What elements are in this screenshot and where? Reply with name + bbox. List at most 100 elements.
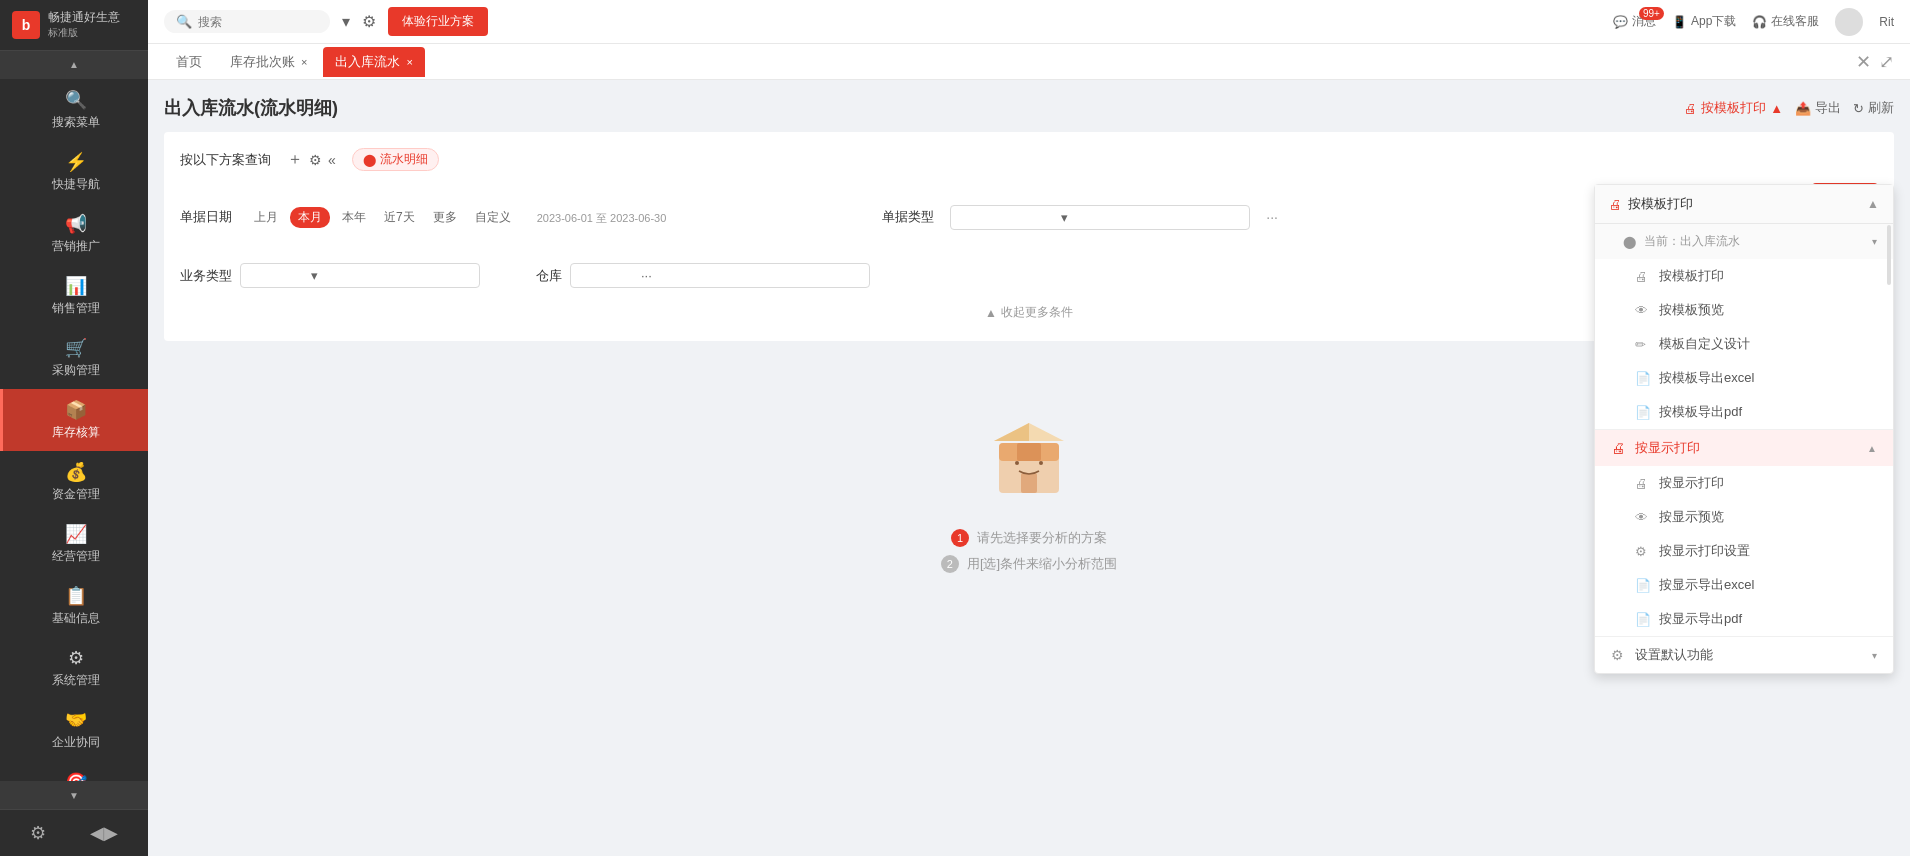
sales-icon: 📊 <box>65 275 87 297</box>
settings-bottom-icon[interactable]: ⚙ <box>30 822 46 844</box>
tab-close-all-icon[interactable]: ✕ <box>1856 51 1871 73</box>
sidebar-item-quicknav[interactable]: ⚡ 快捷导航 <box>0 141 148 203</box>
date-range-label: 2023-06-01 至 2023-06-30 <box>537 211 667 226</box>
sidebar-item-sales[interactable]: 📊 销售管理 <box>0 265 148 327</box>
template-print-button[interactable]: 🖨 按模板打印 ▲ <box>1684 99 1783 117</box>
sidebar-item-inventory[interactable]: 📦 库存核算 <box>0 389 148 451</box>
filter-action-buttons: ＋ ⚙ « <box>287 149 336 170</box>
sidebar-scroll-up[interactable]: ▲ <box>0 55 148 75</box>
doc-type-more[interactable]: ··· <box>1266 209 1278 225</box>
sidebar-item-system[interactable]: ⚙ 系统管理 <box>0 637 148 699</box>
biz-type-field: 业务类型 ▾ <box>180 263 480 288</box>
sidebar-item-guide[interactable]: 🎯 新手引导 <box>0 761 148 781</box>
dropdown-display-export-excel[interactable]: 📄 按显示导出excel <box>1595 568 1893 602</box>
dropdown-display-print-section-header[interactable]: 🖨 按显示打印 ▲ <box>1595 430 1893 466</box>
dropdown-display-print[interactable]: 🖨 按显示打印 <box>1595 466 1893 500</box>
page-area: 出入库流水(流水明细) 🖨 按模板打印 ▲ 📤 导出 ↻ 刷新 <box>148 80 1910 856</box>
topbar: 🔍 ▾ ⚙ 体验行业方案 💬 消息 99+ 📱 App下载 🎧 <box>148 0 1910 44</box>
svg-rect-5 <box>1021 473 1037 493</box>
headset-icon: 🎧 <box>1752 15 1767 29</box>
finance-icon: 💰 <box>65 461 87 483</box>
export-button[interactable]: 📤 导出 <box>1795 99 1841 117</box>
brand-name: 畅捷通好生意 <box>48 10 120 26</box>
app-download-button[interactable]: 📱 App下载 <box>1672 13 1736 30</box>
sidebar-item-purchase[interactable]: 🛒 采购管理 <box>0 327 148 389</box>
dropdown-template-print[interactable]: 🖨 按模板打印 <box>1595 259 1893 293</box>
topbar-right: 💬 消息 99+ 📱 App下载 🎧 在线客服 Rit <box>1613 8 1894 36</box>
industry-solution-button[interactable]: 体验行业方案 <box>388 7 488 36</box>
warehouse-more[interactable]: ··· <box>641 268 652 283</box>
sidebar-item-operation[interactable]: 📈 经营管理 <box>0 513 148 575</box>
sidebar-logo: b 畅捷通好生意 标准版 <box>0 0 148 51</box>
dropdown-template-export-pdf[interactable]: 📄 按模板导出pdf <box>1595 395 1893 429</box>
date-custom[interactable]: 自定义 <box>469 207 517 228</box>
empty-tip-1: 1 请先选择要分析的方案 <box>951 529 1107 547</box>
date-this-year[interactable]: 本年 <box>336 207 372 228</box>
date-7days[interactable]: 近7天 <box>378 207 421 228</box>
tab-home[interactable]: 首页 <box>164 47 214 77</box>
svg-point-7 <box>1039 461 1043 465</box>
date-this-month[interactable]: 本月 <box>290 207 330 228</box>
tip-number-1: 1 <box>951 529 969 547</box>
topbar-gear-icon[interactable]: ▾ <box>342 12 350 31</box>
dropdown-template-preview[interactable]: 👁 按模板预览 <box>1595 293 1893 327</box>
refresh-icon: ↻ <box>1853 101 1864 116</box>
dropdown-template-export-excel[interactable]: 📄 按模板导出excel <box>1595 361 1893 395</box>
sidebar-item-marketing[interactable]: 📢 营销推广 <box>0 203 148 265</box>
guide-icon: 🎯 <box>65 771 87 781</box>
warehouse-select[interactable]: ··· <box>570 263 870 288</box>
dropdown-display-preview[interactable]: 👁 按显示预览 <box>1595 500 1893 534</box>
display-settings-icon: ⚙ <box>1635 544 1651 559</box>
logo-icon: b <box>12 11 40 39</box>
doc-type-select[interactable]: ▾ <box>950 205 1250 230</box>
dropdown-display-export-pdf[interactable]: 📄 按显示导出pdf <box>1595 602 1893 636</box>
display-print-section-arrow: ▲ <box>1867 443 1877 454</box>
sidebar-item-search[interactable]: 🔍 搜索菜单 <box>0 79 148 141</box>
sidebar-item-basic[interactable]: 📋 基础信息 <box>0 575 148 637</box>
search-input[interactable] <box>198 15 318 29</box>
page-right-actions: 🖨 按模板打印 ▲ 📤 导出 ↻ 刷新 <box>1684 99 1894 117</box>
tab-batch-account[interactable]: 库存批次账 × <box>218 47 319 77</box>
display-print-icon: 🖨 <box>1635 476 1651 491</box>
sidebar-scroll-down[interactable]: ▼ <box>0 785 148 805</box>
sidebar-item-finance[interactable]: 💰 资金管理 <box>0 451 148 513</box>
dropdown-template-custom[interactable]: ✏ 模板自定义设计 <box>1595 327 1893 361</box>
empty-state-illustration <box>979 413 1079 513</box>
export-icon: 📤 <box>1795 101 1811 116</box>
filter-collapse-button[interactable]: « <box>328 152 336 168</box>
notification-button[interactable]: 💬 消息 99+ <box>1613 13 1656 30</box>
filter-add-button[interactable]: ＋ <box>287 149 303 170</box>
tab-inout-flow-close[interactable]: × <box>406 56 412 68</box>
refresh-button[interactable]: ↻ 刷新 <box>1853 99 1894 117</box>
filter-tag-label: 流水明细 <box>380 151 428 168</box>
current-arrow-icon: ▾ <box>1872 236 1877 247</box>
tab-expand-icon[interactable]: ⤢ <box>1879 51 1894 73</box>
biz-type-select[interactable]: ▾ <box>240 263 480 288</box>
online-service-button[interactable]: 🎧 在线客服 <box>1752 13 1819 30</box>
template-custom-icon: ✏ <box>1635 337 1651 352</box>
template-excel-icon: 📄 <box>1635 371 1651 386</box>
svg-point-6 <box>1015 461 1019 465</box>
template-preview-icon: 👁 <box>1635 303 1651 318</box>
phone-icon: 📱 <box>1672 15 1687 29</box>
date-more[interactable]: 更多 <box>427 207 463 228</box>
current-icon: ⬤ <box>1623 235 1636 249</box>
sidebar-item-collab[interactable]: 🤝 企业协同 <box>0 699 148 761</box>
date-last-month[interactable]: 上月 <box>248 207 284 228</box>
filter-gear-button[interactable]: ⚙ <box>309 152 322 168</box>
dropdown-display-print-settings[interactable]: ⚙ 按显示打印设置 <box>1595 534 1893 568</box>
chevron-up-icon: ▲ <box>1770 101 1783 116</box>
topbar-search-box[interactable]: 🔍 <box>164 10 330 33</box>
empty-tip-2: 2 用[选]条件来缩小分析范围 <box>941 555 1117 573</box>
dropdown-footer[interactable]: ⚙ 设置默认功能 ▾ <box>1595 636 1893 673</box>
dropdown-scrollbar[interactable] <box>1887 225 1891 633</box>
topbar-settings-icon[interactable]: ⚙ <box>362 12 376 31</box>
tabs-bar: 首页 库存批次账 × 出入库流水 × ✕ ⤢ <box>148 44 1910 80</box>
dropdown-current-label[interactable]: ⬤ 当前：出入库流水 ▾ <box>1595 224 1893 259</box>
collapse-sidebar-icon[interactable]: ◀▶ <box>90 822 118 844</box>
tab-inout-flow[interactable]: 出入库流水 × <box>323 47 424 77</box>
template-print-icon: 🖨 <box>1635 269 1651 284</box>
avatar[interactable] <box>1835 8 1863 36</box>
filter-active-tag[interactable]: ⬤ 流水明细 <box>352 148 439 171</box>
tab-batch-account-close[interactable]: × <box>301 56 307 68</box>
